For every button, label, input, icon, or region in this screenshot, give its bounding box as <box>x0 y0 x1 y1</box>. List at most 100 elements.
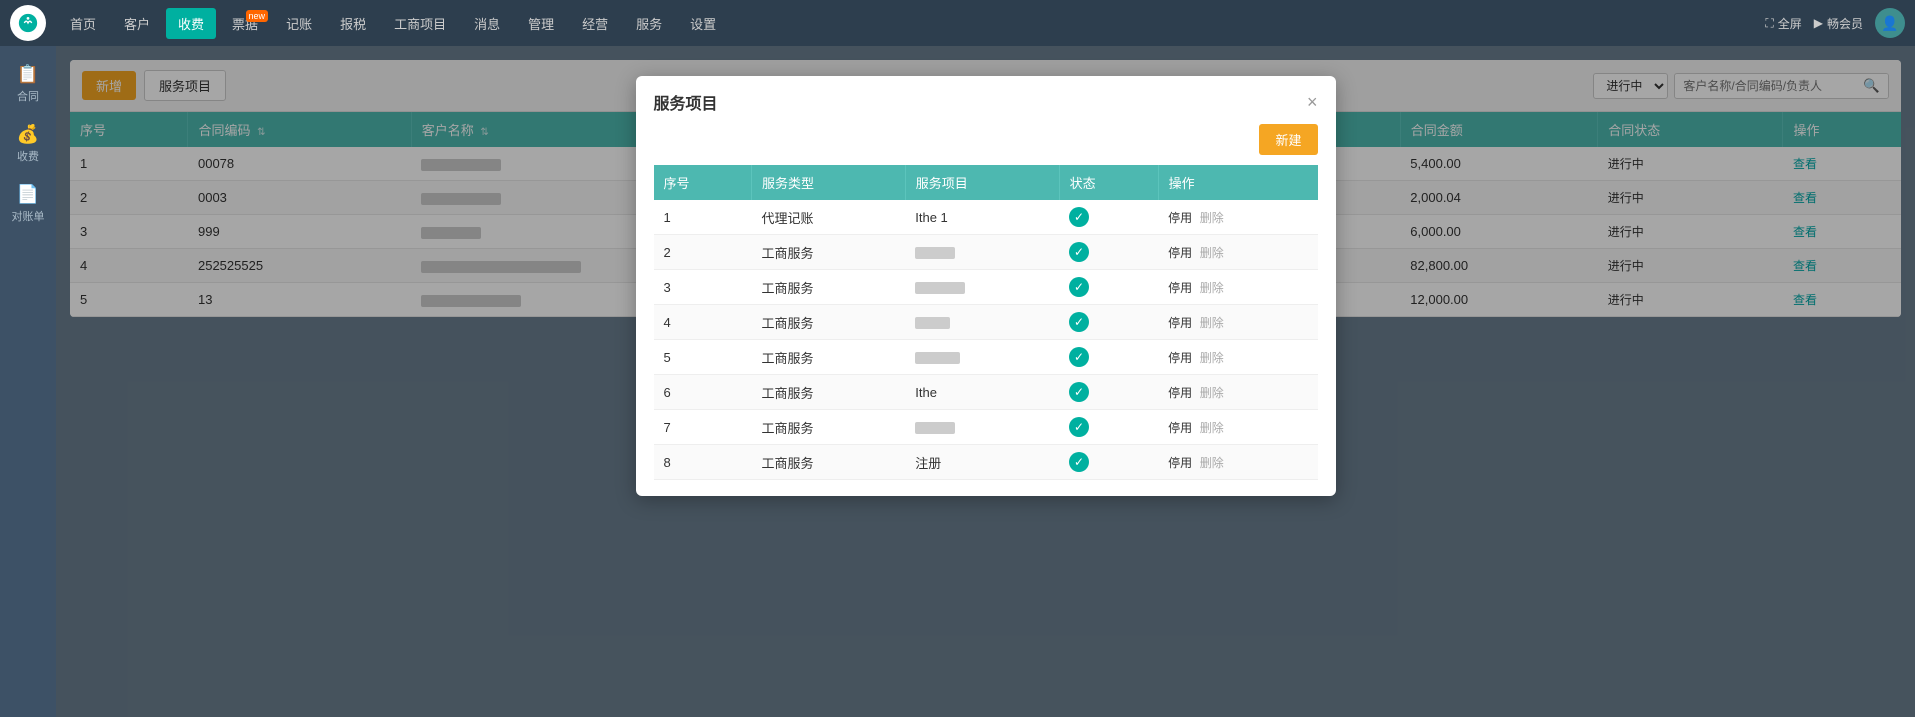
modal-table-row: 6 工商服务 Ithe ✓ 停用 删除 <box>654 375 1318 410</box>
status-active-icon: ✓ <box>1069 347 1089 367</box>
delete-link[interactable]: 删除 <box>1200 456 1224 470</box>
item-text: Ithe <box>915 385 937 400</box>
nav-business[interactable]: 工商项目 <box>382 8 458 39</box>
modal-cell-item <box>905 410 1059 445</box>
modal-cell-item <box>905 340 1059 375</box>
stop-link[interactable]: 停用 <box>1168 456 1192 470</box>
stop-link[interactable]: 停用 <box>1168 421 1192 435</box>
modal-cell-type: 工商服务 <box>751 340 905 375</box>
service-modal: 服务项目 × 新建 序号 服务类型 服务项目 状态 <box>636 76 1336 496</box>
modal-cell-item: 注册 <box>905 445 1059 480</box>
app-logo[interactable] <box>10 5 46 41</box>
blurred-item <box>915 282 965 294</box>
nav-settings[interactable]: 设置 <box>678 8 728 39</box>
delete-link[interactable]: 删除 <box>1200 246 1224 260</box>
sidebar-item-duizhang[interactable]: 📄 对账单 <box>2 176 54 232</box>
contract-icon: 📋 <box>17 64 39 85</box>
nav-account[interactable]: 记账 <box>274 8 324 39</box>
modal-table-row: 4 工商服务 ✓ 停用 删除 <box>654 305 1318 340</box>
modal-cell-type: 工商服务 <box>751 375 905 410</box>
modal-cell-seq: 3 <box>654 270 752 305</box>
fullscreen-btn[interactable]: ⛶ 全屏 <box>1765 15 1801 32</box>
modal-cell-item <box>905 235 1059 270</box>
modal-cell-seq: 4 <box>654 305 752 340</box>
nav-shoufei[interactable]: 收费 <box>166 8 216 39</box>
modal-cell-action[interactable]: 停用 删除 <box>1158 305 1317 340</box>
modal-col-action: 操作 <box>1158 165 1317 200</box>
stop-link[interactable]: 停用 <box>1168 281 1192 295</box>
delete-link[interactable]: 删除 <box>1200 386 1224 400</box>
modal-cell-status: ✓ <box>1059 200 1158 235</box>
shoufei-icon: 💰 <box>17 124 39 145</box>
modal-cell-status: ✓ <box>1059 410 1158 445</box>
status-active-icon: ✓ <box>1069 207 1089 227</box>
modal-col-seq: 序号 <box>654 165 752 200</box>
status-active-icon: ✓ <box>1069 417 1089 437</box>
modal-col-item: 服务项目 <box>905 165 1059 200</box>
nav-message[interactable]: 消息 <box>462 8 512 39</box>
modal-overlay: 服务项目 × 新建 序号 服务类型 服务项目 状态 <box>56 46 1915 717</box>
delete-link[interactable]: 删除 <box>1200 281 1224 295</box>
duizhang-icon: 📄 <box>17 184 39 205</box>
modal-cell-item <box>905 270 1059 305</box>
modal-cell-type: 工商服务 <box>751 445 905 480</box>
modal-table-wrap[interactable]: 序号 服务类型 服务项目 状态 操作 1 代理记账 Ithe 1 ✓ 停用 删除 <box>636 165 1336 480</box>
status-active-icon: ✓ <box>1069 452 1089 472</box>
modal-col-type: 服务类型 <box>751 165 905 200</box>
main-layout: 📋 合同 💰 收费 📄 对账单 新增 服务项目 进行中 已完成 已取 <box>0 46 1915 717</box>
blurred-item <box>915 317 950 329</box>
item-text: 注册 <box>915 456 941 471</box>
nav-tax[interactable]: 报税 <box>328 8 378 39</box>
stop-link[interactable]: 停用 <box>1168 246 1192 260</box>
modal-cell-seq: 8 <box>654 445 752 480</box>
stop-link[interactable]: 停用 <box>1168 316 1192 330</box>
nav-ticket[interactable]: 票据 new <box>220 8 270 39</box>
sidebar-item-label: 合同 <box>17 88 39 104</box>
modal-cell-action[interactable]: 停用 删除 <box>1158 375 1317 410</box>
delete-link[interactable]: 删除 <box>1200 316 1224 330</box>
nav-items: 首页 客户 收费 票据 new 记账 报税 工商项目 消息 管理 经营 服务 设… <box>58 8 1765 39</box>
nav-service[interactable]: 服务 <box>624 8 674 39</box>
modal-toolbar: 新建 <box>636 124 1336 165</box>
nav-manage[interactable]: 管理 <box>516 8 566 39</box>
modal-close-button[interactable]: × <box>1307 93 1318 111</box>
modal-cell-action[interactable]: 停用 删除 <box>1158 235 1317 270</box>
member-icon: ▶ <box>1814 16 1823 30</box>
content-area: 新增 服务项目 进行中 已完成 已取消 🔍 <box>56 46 1915 717</box>
sidebar-item-label: 收费 <box>17 148 39 164</box>
sidebar-item-contract[interactable]: 📋 合同 <box>2 56 54 112</box>
modal-cell-type: 工商服务 <box>751 305 905 340</box>
stop-link[interactable]: 停用 <box>1168 211 1192 225</box>
nav-home[interactable]: 首页 <box>58 8 108 39</box>
blurred-item <box>915 247 955 259</box>
nav-finance[interactable]: 经营 <box>570 8 620 39</box>
delete-link[interactable]: 删除 <box>1200 211 1224 225</box>
stop-link[interactable]: 停用 <box>1168 351 1192 365</box>
modal-cell-type: 工商服务 <box>751 410 905 445</box>
modal-cell-action[interactable]: 停用 删除 <box>1158 200 1317 235</box>
item-text: Ithe 1 <box>915 210 948 225</box>
modal-cell-type: 代理记账 <box>751 200 905 235</box>
nav-customer[interactable]: 客户 <box>112 8 162 39</box>
modal-cell-action[interactable]: 停用 删除 <box>1158 270 1317 305</box>
member-btn[interactable]: ▶ 畅会员 <box>1814 15 1863 32</box>
stop-link[interactable]: 停用 <box>1168 386 1192 400</box>
sidebar-item-shoufei[interactable]: 💰 收费 <box>2 116 54 172</box>
modal-cell-action[interactable]: 停用 删除 <box>1158 445 1317 480</box>
modal-table-row: 8 工商服务 注册 ✓ 停用 删除 <box>654 445 1318 480</box>
modal-new-button[interactable]: 新建 <box>1259 124 1317 155</box>
avatar[interactable]: 👤 <box>1875 8 1905 38</box>
modal-table-row: 2 工商服务 ✓ 停用 删除 <box>654 235 1318 270</box>
delete-link[interactable]: 删除 <box>1200 351 1224 365</box>
modal-cell-item <box>905 305 1059 340</box>
modal-header: 服务项目 × <box>636 76 1336 124</box>
delete-link[interactable]: 删除 <box>1200 421 1224 435</box>
status-active-icon: ✓ <box>1069 312 1089 332</box>
modal-cell-action[interactable]: 停用 删除 <box>1158 410 1317 445</box>
top-nav: 首页 客户 收费 票据 new 记账 报税 工商项目 消息 管理 经营 服务 设… <box>0 0 1915 46</box>
modal-cell-seq: 1 <box>654 200 752 235</box>
modal-table-row: 5 工商服务 ✓ 停用 删除 <box>654 340 1318 375</box>
status-active-icon: ✓ <box>1069 277 1089 297</box>
modal-cell-action[interactable]: 停用 删除 <box>1158 340 1317 375</box>
modal-table-row: 1 代理记账 Ithe 1 ✓ 停用 删除 <box>654 200 1318 235</box>
